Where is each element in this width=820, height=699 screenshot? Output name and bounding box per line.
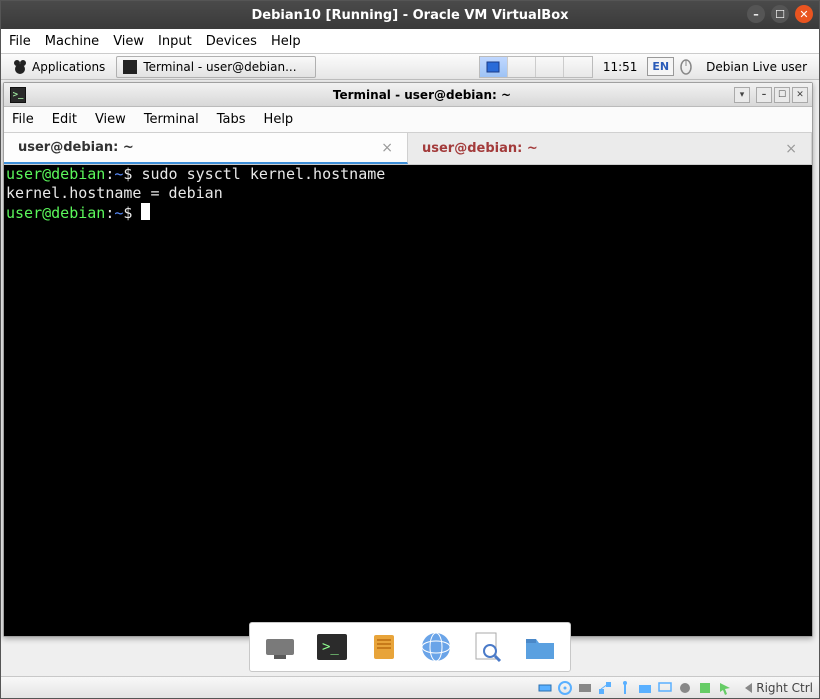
terminal-menu-view[interactable]: View (95, 112, 126, 127)
vbox-menu-help[interactable]: Help (271, 34, 301, 49)
terminal-tab-2[interactable]: user@debian: ~ × (408, 133, 812, 164)
status-usb-icon[interactable] (617, 680, 633, 696)
window-indicator-icon (486, 61, 500, 73)
terminal-menu-tabs[interactable]: Tabs (217, 112, 246, 127)
keyboard-layout-indicator[interactable]: EN (647, 57, 674, 76)
vbox-menu-view[interactable]: View (113, 34, 144, 49)
tab-close-icon[interactable]: × (381, 140, 393, 156)
vbox-menu-machine[interactable]: Machine (45, 34, 99, 49)
guest-desktop[interactable]: Applications Terminal - user@debian... 1… (1, 54, 819, 676)
status-mouse-integration-icon[interactable] (717, 680, 733, 696)
tab-label: user@debian: ~ (18, 140, 134, 155)
status-optical-icon[interactable] (557, 680, 573, 696)
vbox-minimize-button[interactable]: – (747, 5, 765, 23)
vbox-title: Debian10 [Running] - Oracle VM VirtualBo… (251, 8, 568, 23)
xfce-top-panel: Applications Terminal - user@debian... 1… (1, 54, 819, 80)
dock-find[interactable] (468, 627, 508, 667)
folder-icon (522, 629, 558, 665)
status-shared-folder-icon[interactable] (637, 680, 653, 696)
terminal-output[interactable]: user@debian:~$ sudo sysctl kernel.hostna… (4, 165, 812, 636)
dock-terminal[interactable]: >_ (312, 627, 352, 667)
terminal-tab-1[interactable]: user@debian: ~ × (4, 133, 408, 164)
virtualbox-window: Debian10 [Running] - Oracle VM VirtualBo… (0, 0, 820, 699)
user-menu-button[interactable]: Debian Live user (698, 60, 815, 74)
taskbar-item-terminal[interactable]: Terminal - user@debian... (116, 56, 316, 78)
terminal-tabbar: user@debian: ~ × user@debian: ~ × (4, 133, 812, 165)
host-key-label: Right Ctrl (756, 681, 813, 695)
svg-text:>_: >_ (322, 639, 339, 655)
terminal-menu-help[interactable]: Help (264, 112, 294, 127)
applications-label: Applications (32, 60, 105, 74)
vbox-menu-file[interactable]: File (9, 34, 31, 49)
terminal-titlebar[interactable]: >_ Terminal - user@debian: ~ ▾ – ☐ ✕ (4, 83, 812, 107)
workspace-2[interactable] (508, 57, 536, 77)
dock-folder[interactable] (520, 627, 560, 667)
notification-mouse-icon[interactable] (678, 59, 694, 75)
terminal-minimize-button[interactable]: – (756, 87, 772, 103)
applications-menu-button[interactable]: Applications (5, 56, 112, 78)
tab-close-icon[interactable]: × (785, 141, 797, 157)
terminal-menu-terminal[interactable]: Terminal (144, 112, 199, 127)
status-harddisk-icon[interactable] (537, 680, 553, 696)
vbox-menubar: File Machine View Input Devices Help (1, 29, 819, 54)
desktop-icon (262, 629, 298, 665)
terminal-app-icon: >_ (10, 87, 26, 103)
status-cpu-icon[interactable] (697, 680, 713, 696)
terminal-icon (123, 60, 137, 74)
status-audio-icon[interactable] (577, 680, 593, 696)
terminal-icon: >_ (314, 629, 350, 665)
host-key-indicator[interactable]: Right Ctrl (745, 681, 813, 695)
dock-web-browser[interactable] (416, 627, 456, 667)
terminal-window: >_ Terminal - user@debian: ~ ▾ – ☐ ✕ Fil… (3, 82, 813, 637)
vbox-menu-input[interactable]: Input (158, 34, 192, 49)
tab-label: user@debian: ~ (422, 141, 538, 156)
vbox-titlebar[interactable]: Debian10 [Running] - Oracle VM VirtualBo… (1, 1, 819, 29)
status-display-icon[interactable] (657, 680, 673, 696)
workspace-4[interactable] (564, 57, 592, 77)
terminal-cursor (141, 203, 150, 220)
dock-file-manager[interactable] (364, 627, 404, 667)
status-recording-icon[interactable] (677, 680, 693, 696)
dock-show-desktop[interactable] (260, 627, 300, 667)
xfce-dock: >_ (249, 622, 571, 672)
workspace-switcher[interactable] (479, 56, 593, 78)
taskbar-item-label: Terminal - user@debian... (143, 60, 296, 74)
terminal-menu-edit[interactable]: Edit (52, 112, 77, 127)
terminal-menu-file[interactable]: File (12, 112, 34, 127)
xfce-mouse-icon (12, 59, 28, 75)
file-manager-icon (366, 629, 402, 665)
panel-clock[interactable]: 11:51 (597, 60, 644, 74)
host-key-arrow-icon (745, 683, 752, 693)
terminal-menu-dropdown-button[interactable]: ▾ (734, 87, 750, 103)
terminal-maximize-button[interactable]: ☐ (774, 87, 790, 103)
search-file-icon (470, 629, 506, 665)
workspace-1[interactable] (480, 57, 508, 77)
terminal-title: Terminal - user@debian: ~ (32, 88, 812, 102)
terminal-menubar: File Edit View Terminal Tabs Help (4, 107, 812, 133)
terminal-close-button[interactable]: ✕ (792, 87, 808, 103)
vbox-maximize-button[interactable]: ☐ (771, 5, 789, 23)
vbox-statusbar: Right Ctrl (1, 676, 819, 698)
vbox-close-button[interactable]: ✕ (795, 5, 813, 23)
workspace-3[interactable] (536, 57, 564, 77)
status-network-icon[interactable] (597, 680, 613, 696)
globe-icon (418, 629, 454, 665)
vbox-menu-devices[interactable]: Devices (206, 34, 257, 49)
